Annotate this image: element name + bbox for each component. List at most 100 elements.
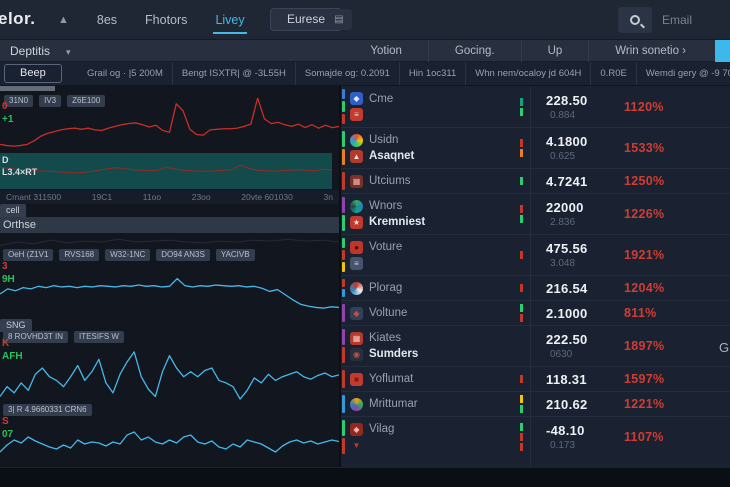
down-arrow-icon: ▼ [352, 440, 361, 450]
chart2-values: 3 9H [2, 261, 15, 285]
row-accent-bars [342, 420, 345, 454]
chart-value-red: 3 [2, 261, 8, 272]
watchlist-row[interactable]: ● Voture ≡ 475.56 3.048 1921% [341, 234, 730, 275]
price-tick-bars [520, 139, 534, 157]
nav-item[interactable]: Livey [213, 0, 247, 40]
card-icon: ▦ [350, 331, 363, 345]
orthse-bar[interactable]: Orthse [0, 217, 339, 233]
chart-badge: OeH (Z1V1 [3, 249, 54, 261]
row-accent-bars [342, 304, 345, 322]
tab-cell[interactable]: cell [0, 204, 26, 217]
filter-bar: Deptitis ▾ Yotion Gocing. Up Wrin sonetio › [0, 40, 730, 62]
chart3-values: K AFH [2, 338, 23, 362]
chart-value-red: K [2, 338, 10, 349]
price-tick-bars [520, 284, 534, 292]
search-icon[interactable] [618, 7, 652, 33]
asset-subname: Kremniest [369, 216, 426, 228]
watchlist-row[interactable]: Usidn ▲ Asaqnet 4.1800 0.625 1533% [341, 127, 730, 168]
beep-button[interactable]: Beep [4, 64, 62, 83]
nav-item[interactable]: 8es [97, 0, 117, 40]
chart-value-green: 07 [2, 429, 14, 440]
watchlist-row[interactable]: ◆ Vilag ▼ -48.10 0.173 1107% [341, 416, 730, 457]
search-input[interactable] [660, 12, 726, 28]
bottom-strip [0, 467, 730, 487]
stat-item: 0.R0E [590, 62, 635, 85]
price-tick-bars [520, 205, 534, 223]
band-label-a: D [2, 155, 9, 165]
trading-dashboard: elor. ▲8esFhotorsLiveyContant Eurese ▤ D… [0, 0, 730, 487]
axis-label: 20vte 601030 [241, 192, 293, 202]
nav-item[interactable]: Fhotors [145, 0, 187, 40]
asset-subvalue: 0.173 [550, 440, 576, 451]
asset-subvalue: 0.884 [550, 109, 576, 121]
row-accent-bars [342, 238, 345, 272]
asset-change: 1921% [624, 248, 665, 262]
asset-subvalue: 3.048 [550, 258, 576, 269]
asset-name: Usidn [369, 134, 399, 146]
band-label-b: L3.4×RT [2, 167, 38, 177]
search-box [618, 7, 726, 33]
watchlist-row[interactable]: Plorag 216.54 1204% [341, 275, 730, 300]
accent-square-button[interactable] [715, 40, 730, 62]
asset-price: 210.62 [546, 396, 588, 412]
gem-icon: ▲ [350, 149, 363, 163]
oscillator-line-chart [0, 342, 339, 404]
stats-list: Grail og · |5 200M Bengt ISXTR| @ -3L55H S… [78, 62, 730, 85]
asset-subvalue: 0630 [550, 349, 573, 360]
watchlist-row[interactable]: ▦ Utciums 4.7241 1250% [341, 168, 730, 193]
filter-link[interactable]: Wrin sonetio › [588, 40, 712, 62]
stat-item: Somajde og: 0.2091 [294, 62, 399, 85]
axis-label: 11oo [142, 192, 162, 202]
chart-badge: W32-1NC [105, 249, 151, 261]
asset-name: Mrittumar [369, 398, 418, 410]
filter-link[interactable]: Up [520, 40, 589, 62]
menu-icon: ≡ [350, 256, 363, 270]
stat-item: Wemdi gery @ -9 700E [635, 62, 730, 85]
row-accent-bars [342, 197, 345, 231]
watchlist-row[interactable]: ■ Yoflumat 118.31 1597% [341, 366, 730, 391]
chart-badge: 3| R 4.9660331 CRN6 [3, 404, 92, 416]
price-tick-bars [520, 395, 534, 413]
price-line-chart [0, 98, 339, 156]
logo[interactable]: elor. [0, 9, 35, 29]
asset-name: Voltune [369, 307, 408, 319]
stat-item: Hin 1oc311 [398, 62, 465, 85]
watchlist-row[interactable]: ◆ Voltune 2.1000 811% [341, 300, 730, 325]
asset-change: 1226% [624, 207, 665, 221]
price-tick-bars [520, 423, 534, 451]
filter-link[interactable]: Gocing. [427, 40, 521, 62]
volume-line-chart [0, 262, 339, 326]
asset-change: 1107% [624, 430, 664, 444]
watchlist-row[interactable]: Mrittumar 210.62 1221% [341, 391, 730, 416]
watchlist-row[interactable]: ▦ Kiates ◉ Sumders 222.50 0630 1897% [341, 325, 730, 366]
chart-badge: YACIVB [215, 249, 255, 261]
depths-dropdown[interactable]: Deptitis ▾ [10, 40, 71, 62]
price-tick-bars [520, 375, 534, 383]
asset-name: Yoflumat [369, 373, 414, 385]
band-labels: D L3.4×RT [2, 155, 37, 177]
chart-badge: RVS168 [59, 249, 100, 261]
stat-item: Bengt ISXTR| @ -3L55H [171, 62, 295, 85]
row-accent-bars [342, 329, 345, 363]
asset-price: -48.10 [546, 423, 585, 438]
price-tick-bars [520, 304, 534, 322]
chart4-values: S 07 [2, 416, 13, 440]
row-accent-bars [342, 131, 345, 165]
chart1-values: 0 +1 [2, 101, 13, 125]
filter-link[interactable]: Yotion [344, 40, 428, 62]
asset-price: 118.31 [546, 371, 587, 387]
asset-change: 1120% [624, 99, 664, 114]
globe2-icon [350, 281, 363, 295]
star-icon: ★ [350, 215, 363, 229]
asset-name: Plorag [369, 282, 403, 294]
row-accent-bars [342, 370, 345, 388]
watchlist-row[interactable]: Wnors ★ Kremniest 22000 2.836 1226% [341, 193, 730, 234]
watchlist-row[interactable]: ◆ Cme ≡ 228.50 0.884 1120% [341, 86, 730, 127]
row-accent-bars [342, 172, 345, 190]
box-icon: ◆ [350, 306, 363, 320]
asset-price: 475.56 [546, 241, 588, 256]
chart-value-green: +1 [2, 114, 14, 125]
apps-icon-button[interactable]: ▤ [326, 9, 352, 30]
asset-name: Utciums [369, 175, 411, 187]
triangle-icon[interactable]: ▲ [58, 0, 69, 40]
